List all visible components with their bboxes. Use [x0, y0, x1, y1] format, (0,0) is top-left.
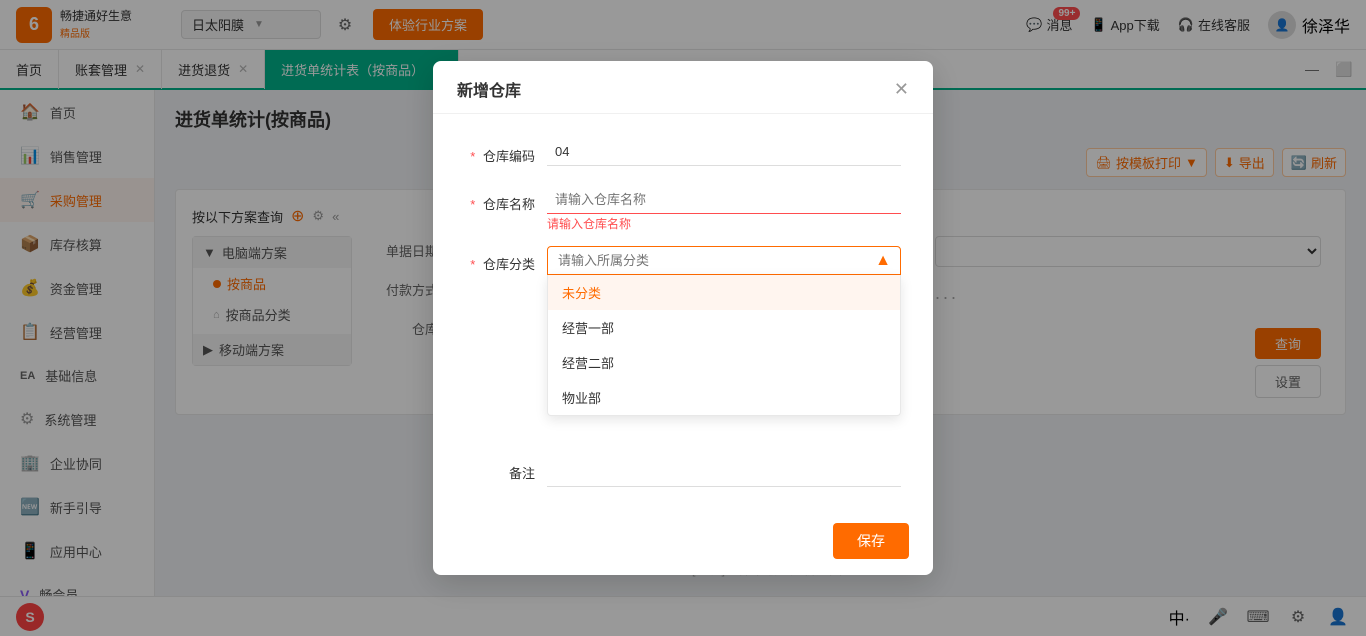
warehouse-name-input[interactable]: [547, 186, 901, 214]
warehouse-name-label: * 仓库名称: [465, 186, 535, 213]
modal-footer: 保存: [433, 507, 933, 575]
warehouse-category-label: * 仓库分类: [465, 246, 535, 273]
dropdown-item-ops1[interactable]: 经营一部: [548, 310, 900, 345]
required-star2: *: [470, 197, 475, 212]
dropdown-item-ops2[interactable]: 经营二部: [548, 345, 900, 380]
warehouse-note-field: 备注: [465, 455, 901, 487]
required-star: *: [470, 149, 475, 164]
warehouse-category-field: * 仓库分类 ▲ 未分类 经营一部 经营二部 物业部: [465, 246, 901, 275]
dropdown-item-property[interactable]: 物业部: [548, 380, 900, 415]
category-select-wrap: ▲ 未分类 经营一部 经营二部 物业部: [547, 246, 901, 275]
warehouse-code-label: * 仓库编码: [465, 138, 535, 165]
category-dropdown: 未分类 经营一部 经营二部 物业部: [547, 275, 901, 416]
dropdown-item-uncategorized[interactable]: 未分类: [548, 275, 900, 310]
modal-overlay[interactable]: 新增仓库 ✕ * 仓库编码 * 仓库名称 请输入仓库名称: [0, 0, 1366, 636]
category-input[interactable]: [547, 246, 901, 275]
warehouse-name-error: 请输入仓库名称: [547, 215, 631, 232]
modal-header: 新增仓库 ✕: [433, 61, 933, 114]
warehouse-note-input[interactable]: [547, 455, 901, 487]
warehouse-code-field: * 仓库编码: [465, 138, 901, 166]
warehouse-name-field: * 仓库名称 请输入仓库名称: [465, 186, 901, 214]
warehouse-note-label: 备注: [465, 455, 535, 482]
modal-close-button[interactable]: ✕: [894, 80, 909, 98]
required-star3: *: [470, 257, 475, 272]
modal-new-warehouse: 新增仓库 ✕ * 仓库编码 * 仓库名称 请输入仓库名称: [433, 61, 933, 575]
warehouse-code-input[interactable]: [547, 138, 901, 166]
modal-title: 新增仓库: [457, 77, 521, 101]
save-button[interactable]: 保存: [833, 523, 909, 559]
modal-body: * 仓库编码 * 仓库名称 请输入仓库名称 *: [433, 114, 933, 487]
